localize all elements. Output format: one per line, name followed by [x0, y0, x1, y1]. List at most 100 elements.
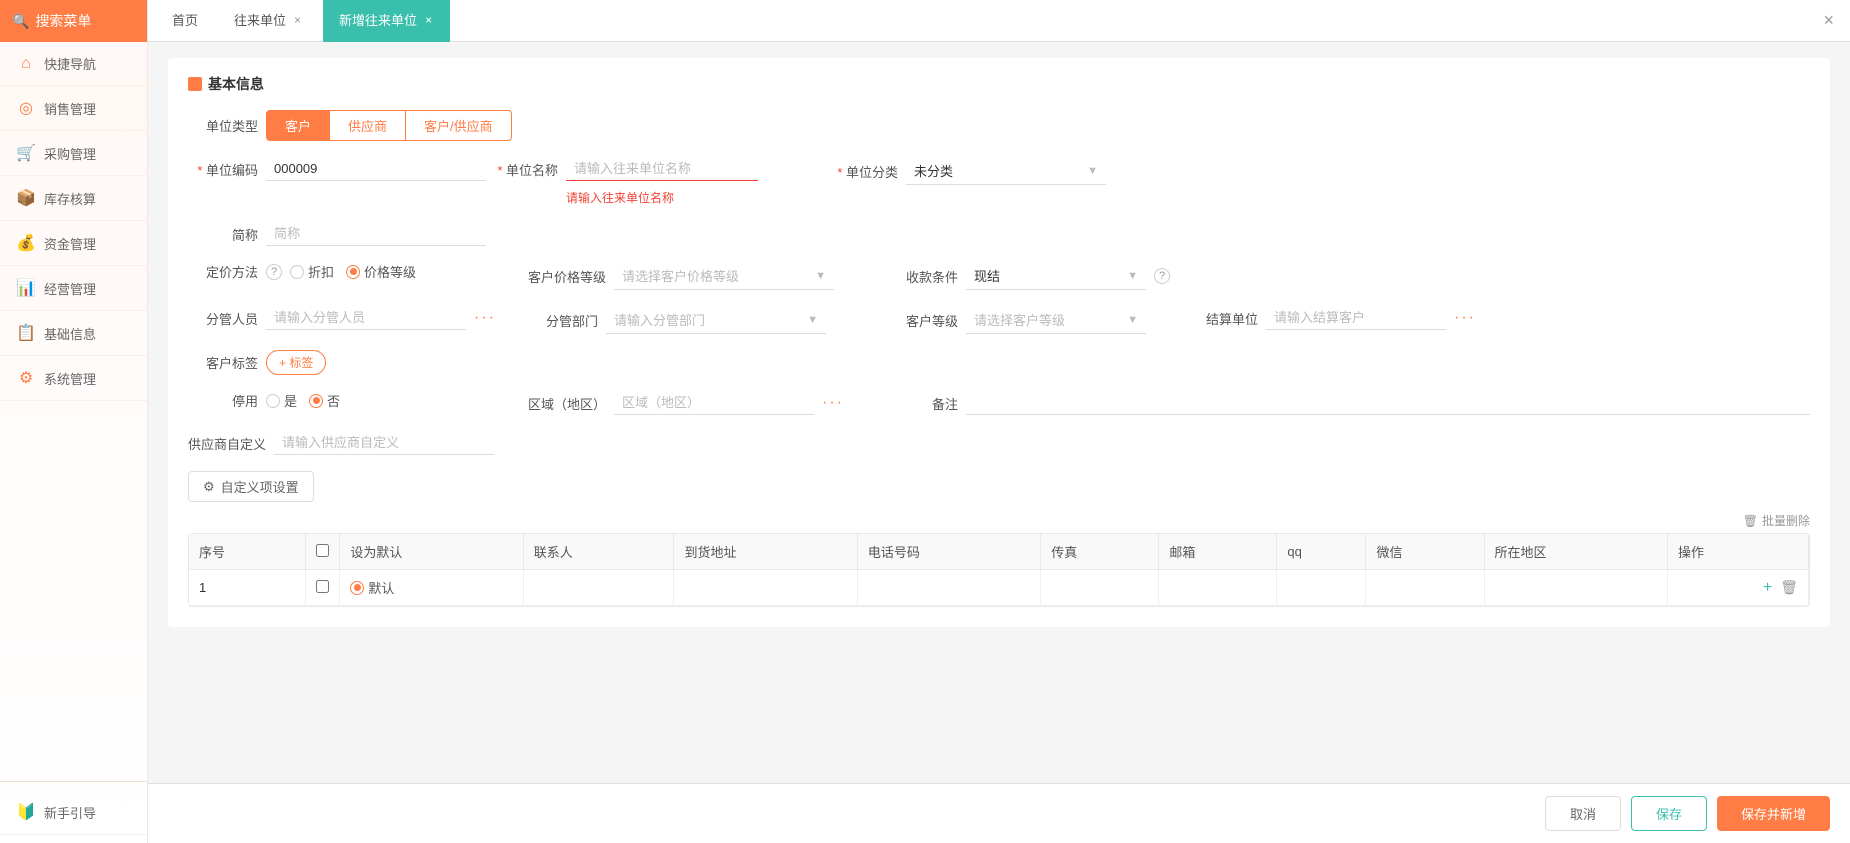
region-more-icon[interactable]: ···	[822, 394, 844, 412]
unit-name-label: 单位名称	[488, 160, 558, 179]
supplier-custom-field: 供应商自定义	[188, 431, 528, 455]
cell-address	[674, 570, 857, 606]
manager-input[interactable]	[266, 306, 466, 330]
radio-discount-circle	[290, 265, 304, 279]
col-phone: 电话号码	[857, 534, 1040, 570]
tag-row: 客户标签 + 标签	[188, 350, 1810, 375]
settlement-more-icon[interactable]: ···	[1454, 309, 1476, 327]
close-all-tabs-icon[interactable]: ×	[1815, 10, 1842, 31]
unit-name-error: 请输入往来单位名称	[566, 191, 674, 205]
unit-code-field: 单位编码	[188, 157, 488, 181]
page-content: 基本信息 单位类型 客户 供应商 客户/供应商 单位编码	[148, 42, 1850, 783]
cancel-button[interactable]: 取消	[1545, 796, 1621, 831]
sidebar-item-finance[interactable]: 💰 资金管理	[0, 221, 147, 266]
delete-icon: 🗑	[1743, 514, 1758, 528]
supplier-custom-input[interactable]	[274, 431, 494, 455]
manager-more-icon[interactable]: ···	[474, 309, 496, 327]
pricing-radio-group: 折扣 价格等级	[290, 262, 416, 281]
inventory-icon: 📦	[16, 188, 36, 208]
dept-field: 分管部门 请输入分管部门 ▼	[528, 306, 888, 334]
settlement-label: 结算单位	[1188, 309, 1258, 328]
save-button[interactable]: 保存	[1631, 796, 1707, 831]
unit-category-field: 单位分类 未分类 ▼	[828, 157, 1128, 185]
pricing-radio-discount[interactable]: 折扣	[290, 262, 334, 281]
sidebar-item-inventory[interactable]: 📦 库存核算	[0, 176, 147, 221]
payment-terms-select[interactable]: 现结 ▼	[966, 262, 1146, 290]
unit-type-label: 单位类型	[188, 116, 258, 135]
col-contact: 联系人	[523, 534, 674, 570]
sidebar-item-purchase[interactable]: 🛒 采购管理	[0, 131, 147, 176]
add-row-icon[interactable]: +	[1763, 579, 1772, 597]
close-tab1-icon[interactable]: ×	[292, 13, 303, 27]
supplier-custom-label: 供应商自定义	[188, 434, 266, 453]
basic-icon: 📋	[16, 323, 36, 343]
pricing-help-icon[interactable]: ?	[266, 264, 282, 280]
tab-home[interactable]: 首页	[156, 0, 214, 42]
default-radio[interactable]: 默认	[350, 578, 512, 597]
dept-select[interactable]: 请输入分管部门 ▼	[606, 306, 826, 334]
region-input[interactable]	[614, 391, 814, 415]
close-tab2-icon[interactable]: ×	[423, 13, 434, 27]
pricing-label: 定价方法	[188, 262, 258, 281]
sidebar-item-guide[interactable]: 🔰 新手引导	[0, 790, 147, 835]
code-name-category-row: 单位编码 单位名称 请输入往来单位名称 单位分类 未分类	[188, 157, 1810, 206]
region-label: 区域（地区）	[528, 394, 606, 413]
row-checkbox[interactable]	[316, 580, 329, 593]
unit-category-select[interactable]: 未分类 ▼	[906, 157, 1106, 185]
unit-code-label: 单位编码	[188, 160, 258, 179]
sidebar-item-quick-nav[interactable]: ⌂ 快捷导航	[0, 42, 147, 86]
basic-info-card: 基本信息 单位类型 客户 供应商 客户/供应商 单位编码	[168, 58, 1830, 627]
disabled-radio-no[interactable]: 否	[309, 391, 340, 410]
cell-phone	[857, 570, 1040, 606]
col-address: 到货地址	[674, 534, 857, 570]
manager-label: 分管人员	[188, 309, 258, 328]
sidebar-item-operations[interactable]: 📊 经营管理	[0, 266, 147, 311]
type-btn-supplier[interactable]: 供应商	[330, 110, 406, 141]
delete-row-icon[interactable]: 🗑	[1780, 579, 1798, 596]
search-menu-item[interactable]: 🔍 搜索菜单	[0, 0, 147, 42]
settlement-field: 结算单位 ···	[1188, 306, 1476, 330]
payment-help-icon[interactable]: ?	[1154, 268, 1170, 284]
sales-icon: ◎	[16, 98, 36, 118]
type-btn-both[interactable]: 客户/供应商	[406, 110, 512, 141]
batch-delete-area[interactable]: 🗑 批量删除	[188, 512, 1810, 529]
gear-icon: ⚙	[203, 479, 215, 495]
sidebar-item-basic[interactable]: 📋 基础信息	[0, 311, 147, 356]
save-and-new-button[interactable]: 保存并新增	[1717, 796, 1830, 831]
tab-contacts[interactable]: 往来单位 ×	[218, 0, 319, 42]
customer-level-field: 客户等级 请选择客户等级 ▼	[888, 306, 1188, 334]
sidebar-item-sales[interactable]: ◎ 销售管理	[0, 86, 147, 131]
select-all-checkbox[interactable]	[316, 544, 329, 557]
add-tag-button[interactable]: + 标签	[266, 350, 326, 375]
default-radio-circle	[350, 581, 364, 595]
col-email: 邮箱	[1159, 534, 1277, 570]
cell-checkbox	[306, 570, 340, 606]
tab-new-contact[interactable]: 新增往来单位 ×	[323, 0, 450, 42]
cell-email	[1159, 570, 1277, 606]
pricing-row: 定价方法 ? 折扣 价格等级 客户价格等级	[188, 262, 1810, 290]
disabled-radio-yes[interactable]: 是	[266, 391, 297, 410]
remark-input[interactable]	[966, 391, 1810, 415]
col-actions: 操作	[1667, 534, 1808, 570]
pricing-radio-level[interactable]: 价格等级	[346, 262, 416, 281]
cell-fax	[1041, 570, 1159, 606]
cell-qq	[1277, 570, 1366, 606]
settlement-input[interactable]	[1266, 306, 1446, 330]
type-btn-customer[interactable]: 客户	[266, 110, 330, 141]
customer-price-field: 客户价格等级 请选择客户价格等级 ▼	[528, 262, 888, 290]
unit-category-label: 单位分类	[828, 162, 898, 181]
sidebar-item-system[interactable]: ⚙ 系统管理	[0, 356, 147, 401]
custom-settings-button[interactable]: ⚙ 自定义项设置	[188, 471, 314, 502]
customer-price-select[interactable]: 请选择客户价格等级 ▼	[614, 262, 834, 290]
short-name-input[interactable]	[266, 222, 486, 246]
customer-level-select[interactable]: 请选择客户等级 ▼	[966, 306, 1146, 334]
col-checkbox	[306, 534, 340, 570]
dept-label: 分管部门	[528, 311, 598, 330]
unit-name-input[interactable]	[566, 157, 758, 181]
col-default: 设为默认	[340, 534, 523, 570]
cell-wechat	[1366, 570, 1484, 606]
dept-arrow-icon: ▼	[807, 314, 818, 326]
unit-code-input[interactable]	[266, 157, 486, 181]
home-icon: ⌂	[16, 55, 36, 73]
pricing-field: 定价方法 ? 折扣 价格等级	[188, 262, 528, 281]
